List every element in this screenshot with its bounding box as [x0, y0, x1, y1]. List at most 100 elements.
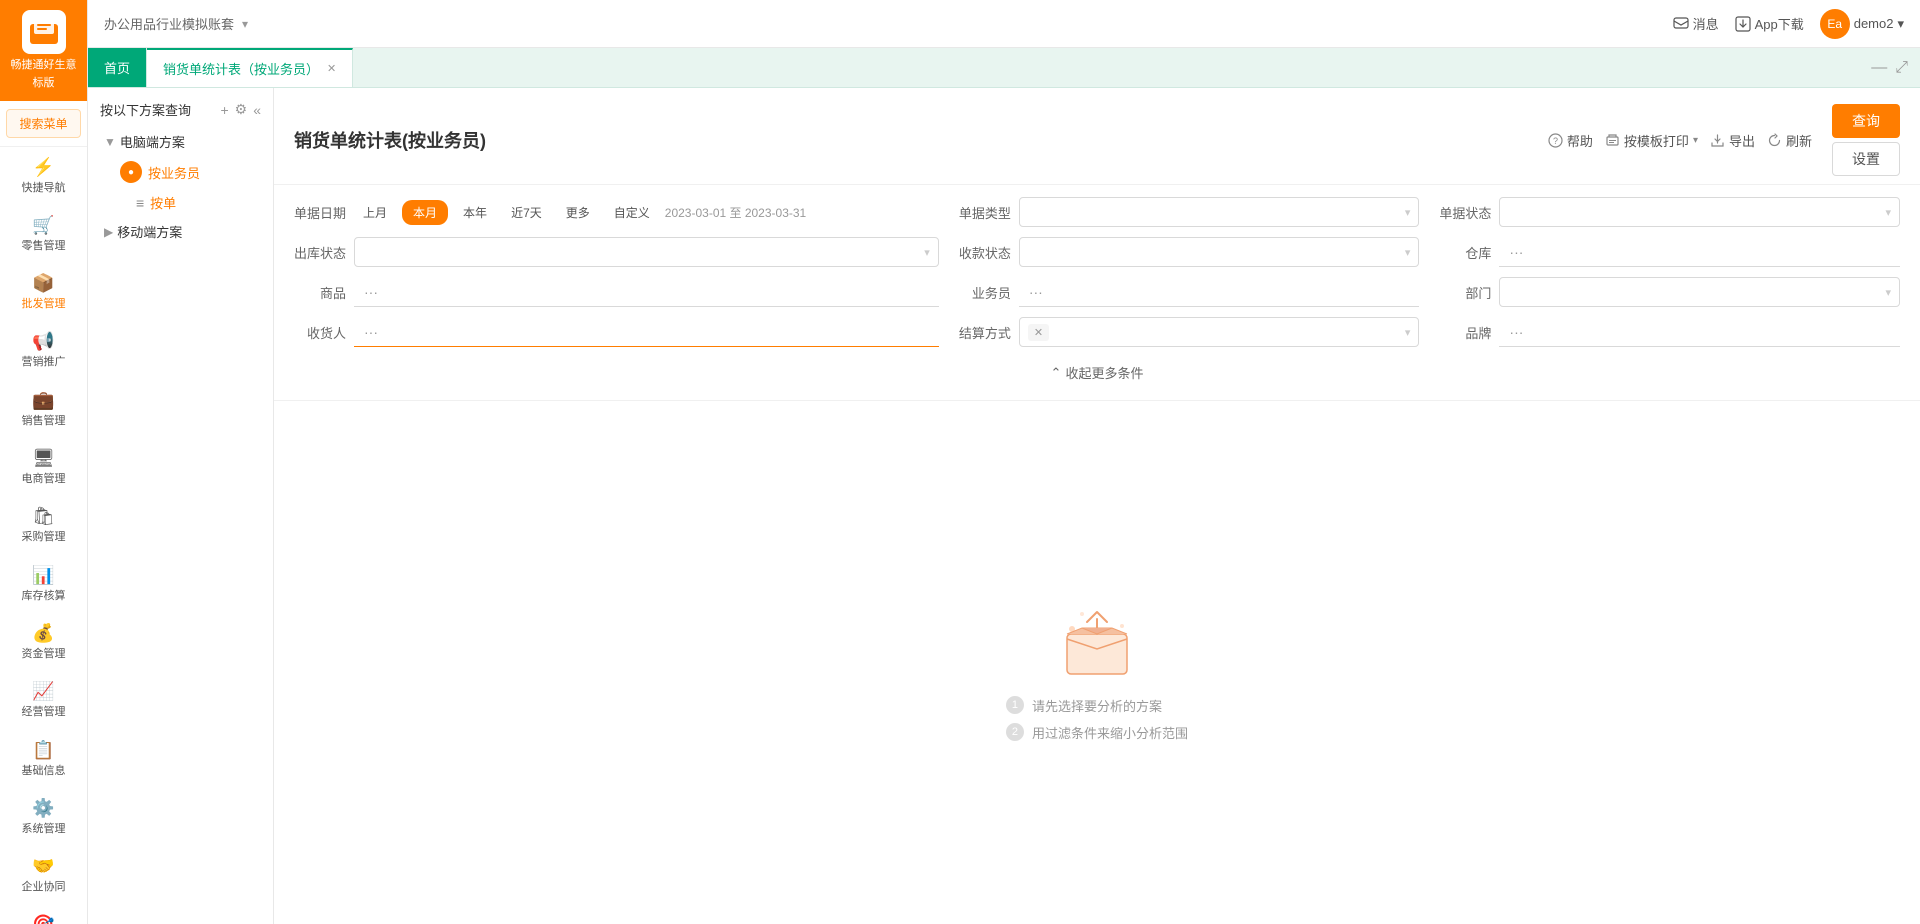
right-panel-toolbar: ? 帮助 按模板打印 ▾ [1548, 104, 1900, 176]
tabbar: 首页 销货单统计表（按业务员） ✕ — ⤢ [88, 48, 1920, 88]
quick-nav-label: 快捷导航 [22, 181, 66, 195]
sidebar-item-quick-nav[interactable]: ⚡ 快捷导航 [0, 147, 87, 205]
sidebar-search-section: 搜索菜单 [0, 101, 87, 147]
empty-state: 1 请先选择要分析的方案 2 用过滤条件来缩小分析范围 [274, 401, 1920, 924]
date-btn-custom[interactable]: 自定义 [605, 200, 659, 225]
tab-close-btn[interactable]: ✕ [327, 62, 336, 75]
filter-goods: 商品 ··· [294, 277, 939, 307]
empty-tip-1: 1 请先选择要分析的方案 [1006, 696, 1188, 715]
app-download-icon [1735, 16, 1751, 32]
logo-icon [22, 10, 66, 54]
tab-minimize-btn[interactable]: — [1871, 59, 1887, 77]
receiver-input[interactable]: ··· [354, 317, 939, 347]
collapse-more-btn[interactable]: ⌃ 收起更多条件 [1045, 357, 1150, 388]
system-label: 系统管理 [22, 822, 66, 836]
filter-payment-status: 收款状态 ▾ [959, 237, 1420, 267]
refresh-label: 刷新 [1786, 131, 1812, 150]
date-btn-last-month[interactable]: 上月 [354, 200, 396, 225]
sidebar-item-marketing[interactable]: 📢 营销推广 [0, 321, 87, 379]
date-btn-7days[interactable]: 近7天 [502, 200, 551, 225]
export-btn[interactable]: 导出 [1710, 131, 1755, 150]
salesman-input[interactable]: ··· [1019, 277, 1420, 307]
tree-item-by-salesman[interactable]: ● 按业务员 [112, 156, 265, 188]
order-icon: ≡ [136, 195, 144, 211]
help-icon: ? [1548, 133, 1563, 148]
sidebar-item-sales[interactable]: 💼 销售管理 [0, 380, 87, 438]
tree-item-mobile[interactable]: ▶ 移动端方案 [96, 217, 265, 246]
marketing-icon: 📢 [32, 331, 54, 352]
tab-maximize-btn[interactable]: ⤢ [1895, 59, 1908, 77]
date-btn-this-year[interactable]: 本年 [454, 200, 496, 225]
order-type-dropdown[interactable]: ▾ [1019, 197, 1420, 227]
filter-receiver: 收货人 ··· [294, 317, 939, 347]
app-title-dropdown[interactable]: ▾ [242, 17, 248, 31]
tree-item-by-order[interactable]: ≡ 按单 [128, 188, 265, 217]
tab-sales-stat[interactable]: 销货单统计表（按业务员） ✕ [147, 48, 353, 87]
settlement-dropdown[interactable]: ✕ ▾ [1019, 317, 1420, 347]
sidebar-item-retail[interactable]: 🛒 零售管理 [0, 205, 87, 263]
sidebar-item-operation[interactable]: 📈 经营管理 [0, 671, 87, 729]
out-status-dropdown[interactable]: ▾ [354, 237, 939, 267]
sidebar-item-basic[interactable]: 📋 基础信息 [0, 730, 87, 788]
settlement-tag-close[interactable]: ✕ [1034, 326, 1043, 339]
page-title: 销货单统计表(按业务员) [294, 127, 486, 153]
goods-input[interactable]: ··· [354, 277, 939, 307]
tree-section: ▼ 电脑端方案 ● 按业务员 ≡ 按单 [88, 127, 273, 246]
message-btn[interactable]: 消息 [1673, 14, 1719, 33]
sidebar-item-purchase[interactable]: 🛍 采购管理 [0, 496, 87, 554]
order-type-label: 单据类型 [959, 203, 1011, 222]
brand-input[interactable]: ··· [1499, 317, 1900, 347]
tree-expand-icon: ▼ [104, 135, 116, 149]
sidebar-item-newbie[interactable]: 🎯 新手引导 [0, 904, 87, 924]
receiver-dots[interactable]: ··· [360, 324, 382, 340]
finance-icon: 💰 [32, 623, 54, 644]
payment-status-label: 收款状态 [959, 243, 1011, 262]
brand-dots[interactable]: ··· [1505, 324, 1527, 340]
sidebar-item-enterprise[interactable]: 🤝 企业协同 [0, 846, 87, 904]
template-print-btn[interactable]: 按模板打印 ▾ [1605, 131, 1698, 150]
export-label: 导出 [1729, 131, 1755, 150]
sidebar-item-finance[interactable]: 💰 资金管理 [0, 613, 87, 671]
salesman-dots[interactable]: ··· [1025, 284, 1047, 300]
sidebar-item-ecommerce[interactable]: 🖥 电商管理 [0, 438, 87, 496]
tree-grandchild: ≡ 按单 [128, 188, 265, 217]
search-menu-btn[interactable]: 搜索菜单 [6, 109, 81, 138]
collapse-label: 收起更多条件 [1065, 363, 1143, 382]
sidebar-item-wholesale[interactable]: 📦 批发管理 [0, 263, 87, 321]
wholesale-icon: 📦 [32, 273, 54, 294]
sidebar-item-system[interactable]: ⚙️ 系统管理 [0, 788, 87, 846]
sidebar: 畅捷通好生意 标版 搜索菜单 ⚡ 快捷导航 🛒 零售管理 📦 批发管理 📢 营销… [0, 0, 88, 924]
tree-item-desktop[interactable]: ▼ 电脑端方案 [96, 127, 265, 156]
tab-home[interactable]: 首页 [88, 48, 147, 87]
order-status-dropdown[interactable]: ▾ [1499, 197, 1900, 227]
settings-button[interactable]: 设置 [1832, 142, 1900, 176]
settlement-chevron: ▾ [1405, 326, 1411, 339]
help-btn[interactable]: ? 帮助 [1548, 131, 1593, 150]
refresh-icon [1767, 133, 1782, 148]
settings-scheme-btn[interactable]: ⚙ [235, 101, 248, 118]
by-salesman-label: 按业务员 [148, 163, 200, 182]
order-status-label: 单据状态 [1439, 203, 1491, 222]
content-area: 按以下方案查询 + ⚙ « ▼ 电脑端方案 ● 按业务员 [88, 88, 1920, 924]
warehouse-input[interactable]: ··· [1499, 237, 1900, 267]
app-download-btn[interactable]: App下载 [1735, 14, 1804, 33]
svg-text:?: ? [1553, 136, 1558, 146]
query-button[interactable]: 查询 [1832, 104, 1900, 138]
date-btn-this-month[interactable]: 本月 [402, 200, 448, 225]
basic-label: 基础信息 [22, 764, 66, 778]
payment-status-dropdown[interactable]: ▾ [1019, 237, 1420, 267]
user-menu[interactable]: Ea demo2 ▾ [1820, 9, 1904, 39]
refresh-btn[interactable]: 刷新 [1767, 131, 1812, 150]
purchase-icon: 🛍 [32, 506, 55, 527]
warehouse-dots[interactable]: ··· [1505, 244, 1527, 260]
department-dropdown[interactable]: ▾ [1499, 277, 1900, 307]
add-scheme-btn[interactable]: + [220, 102, 228, 118]
user-dropdown-icon: ▾ [1897, 16, 1904, 32]
filter-out-status: 出库状态 ▾ [294, 237, 939, 267]
date-btn-more[interactable]: 更多 [557, 200, 599, 225]
template-print-dropdown[interactable]: ▾ [1693, 135, 1698, 146]
print-icon [1605, 133, 1620, 148]
sidebar-item-inventory[interactable]: 📊 库存核算 [0, 555, 87, 613]
goods-dots[interactable]: ··· [360, 284, 382, 300]
collapse-panel-btn[interactable]: « [253, 102, 261, 118]
